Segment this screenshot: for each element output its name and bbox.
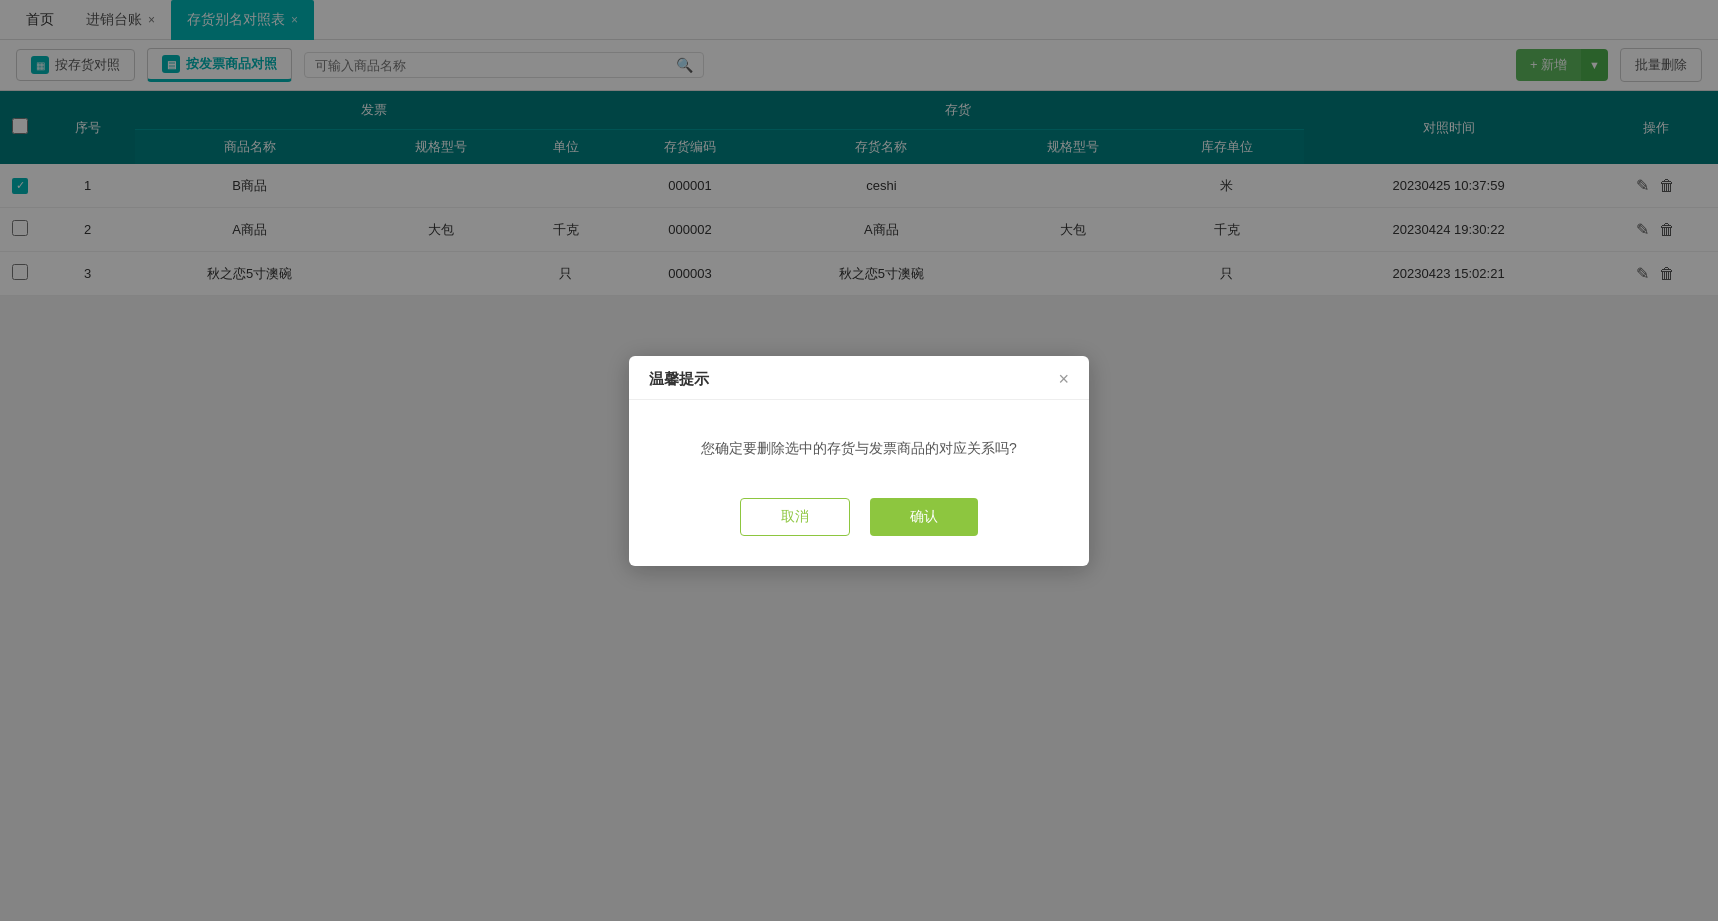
confirm-dialog: 温馨提示 × 您确定要删除选中的存货与发票商品的对应关系吗? 取消 确认: [629, 356, 1089, 566]
dialog-close-icon[interactable]: ×: [1058, 370, 1069, 388]
modal-overlay: 温馨提示 × 您确定要删除选中的存货与发票商品的对应关系吗? 取消 确认: [0, 0, 1718, 921]
dialog-body: 您确定要删除选中的存货与发票商品的对应关系吗?: [629, 400, 1089, 488]
btn-confirm[interactable]: 确认: [870, 498, 978, 536]
btn-cancel[interactable]: 取消: [740, 498, 850, 536]
dialog-title: 温馨提示: [649, 370, 709, 389]
dialog-footer: 取消 确认: [629, 488, 1089, 566]
dialog-header: 温馨提示 ×: [629, 356, 1089, 400]
dialog-message: 您确定要删除选中的存货与发票商品的对应关系吗?: [701, 440, 1017, 456]
